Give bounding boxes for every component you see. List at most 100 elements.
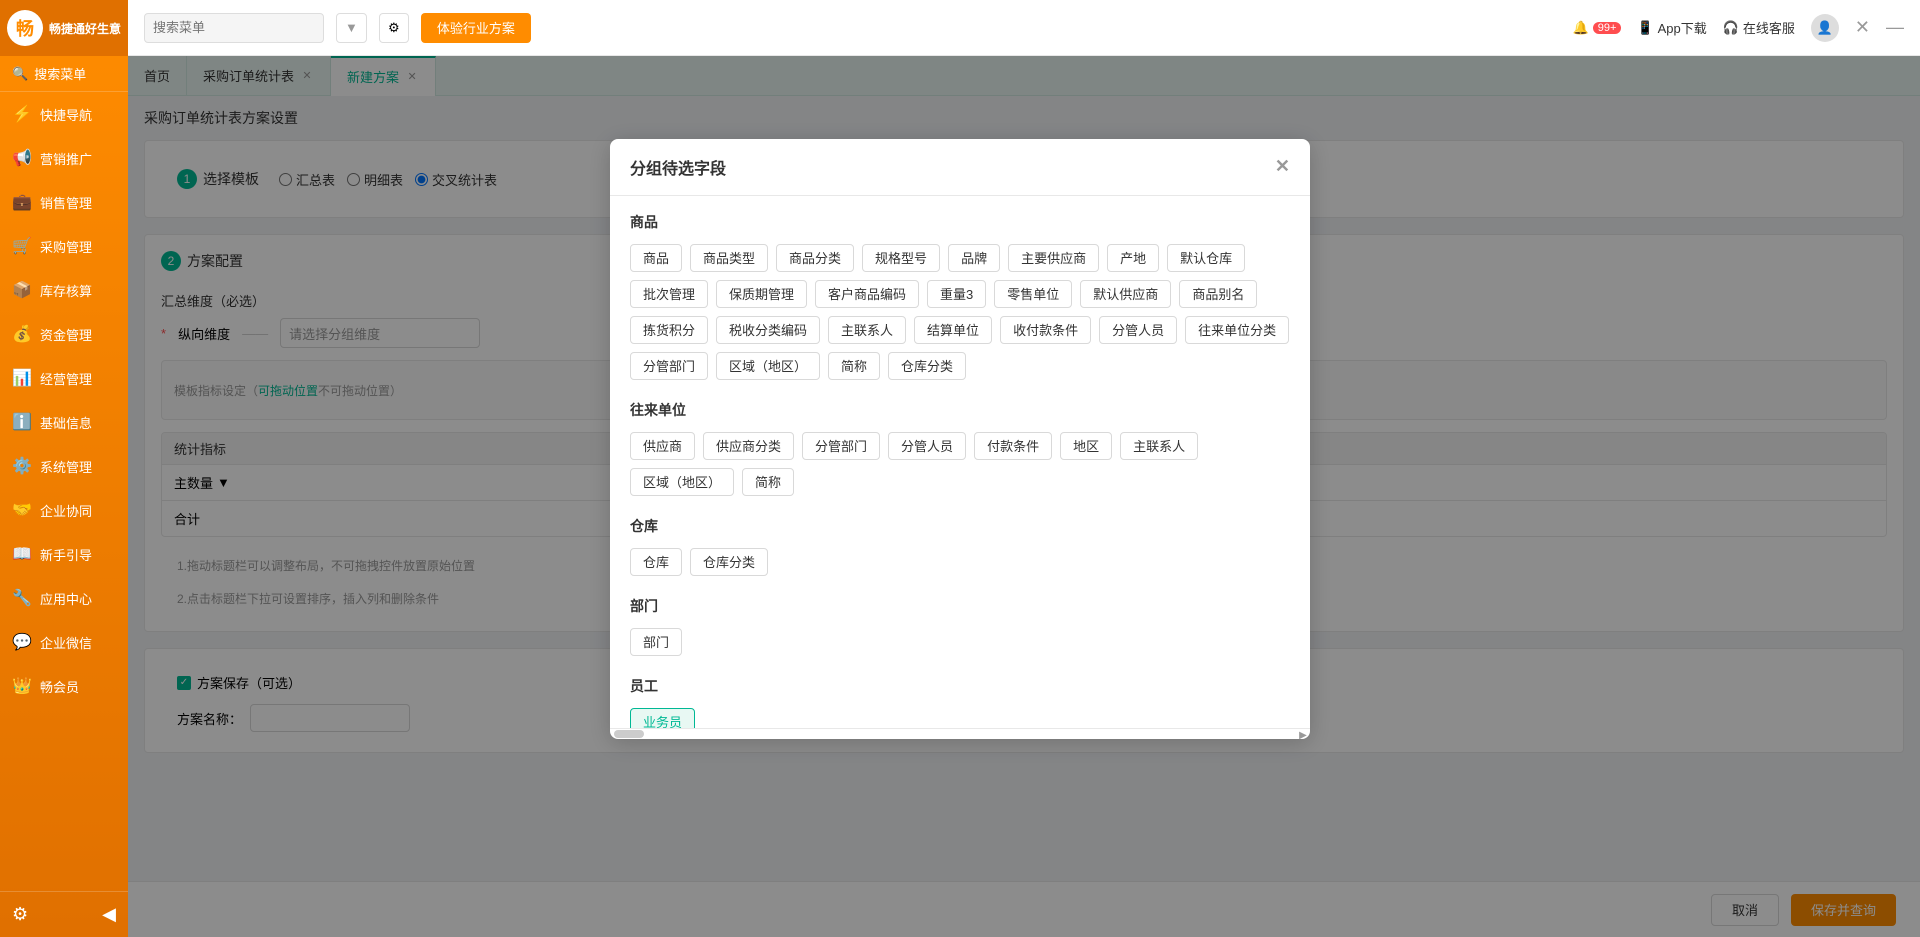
sidebar-item-guide[interactable]: 📖 新手引导: [0, 532, 128, 576]
field-salesman[interactable]: 业务员: [630, 708, 695, 728]
experience-btn[interactable]: 体验行业方案: [421, 13, 531, 43]
sidebar-item-sales[interactable]: 💼 销售管理: [0, 180, 128, 224]
sidebar-item-finance[interactable]: 💰 资金管理: [0, 312, 128, 356]
sidebar-item-label: 系统管理: [40, 457, 92, 476]
sidebar-item-purchase[interactable]: 🛒 采购管理: [0, 224, 128, 268]
app-download-label: App下载: [1658, 18, 1707, 37]
sidebar-item-wechat[interactable]: 💬 企业微信: [0, 620, 128, 664]
field-partner-short-name[interactable]: 简称: [742, 468, 794, 496]
modal-title: 分组待选字段: [630, 155, 726, 179]
sidebar-item-marketing[interactable]: 📢 营销推广: [0, 136, 128, 180]
field-short-name[interactable]: 简称: [828, 352, 880, 380]
sidebar-item-label: 营销推广: [40, 149, 92, 168]
guide-icon: 📖: [12, 544, 32, 564]
section-department: 部门 部门: [630, 596, 1290, 656]
topbar-gear-btn[interactable]: ⚙: [379, 13, 409, 43]
field-product[interactable]: 商品: [630, 244, 682, 272]
search-icon: 🔍: [12, 66, 28, 82]
sidebar-item-system[interactable]: ⚙️ 系统管理: [0, 444, 128, 488]
sidebar-item-label: 库存核算: [40, 281, 92, 300]
sidebar-item-app-center[interactable]: 🔧 应用中心: [0, 576, 128, 620]
topbar-dropdown[interactable]: ▼: [336, 13, 367, 43]
sidebar-bottom: ⚙ ◀: [0, 891, 128, 937]
modal-hscroll[interactable]: ▶: [610, 728, 1310, 739]
topbar-search-box[interactable]: [144, 13, 324, 43]
sidebar-item-label: 销售管理: [40, 193, 92, 212]
field-tax-code[interactable]: 税收分类编码: [716, 316, 820, 344]
modal-header: 分组待选字段 ✕: [610, 139, 1310, 196]
field-product-alias[interactable]: 商品别名: [1179, 280, 1257, 308]
sidebar-item-collaboration[interactable]: 🤝 企业协同: [0, 488, 128, 532]
field-partner-dept[interactable]: 分管部门: [802, 432, 880, 460]
sidebar-item-inventory[interactable]: 📦 库存核算: [0, 268, 128, 312]
field-supervisor[interactable]: 分管人员: [1099, 316, 1177, 344]
field-main-supplier[interactable]: 主要供应商: [1008, 244, 1099, 272]
field-partner-contact[interactable]: 主联系人: [1120, 432, 1198, 460]
field-weight3[interactable]: 重量3: [927, 280, 986, 308]
user-avatar[interactable]: 👤: [1811, 14, 1839, 42]
field-origin[interactable]: 产地: [1107, 244, 1159, 272]
field-payment-condition[interactable]: 付款条件: [974, 432, 1052, 460]
field-product-category[interactable]: 商品分类: [776, 244, 854, 272]
section-employee-title: 员工: [630, 676, 1290, 696]
field-product-type[interactable]: 商品类型: [690, 244, 768, 272]
field-brand[interactable]: 品牌: [948, 244, 1000, 272]
field-warehouse-cat[interactable]: 仓库分类: [690, 548, 768, 576]
topbar-search-input[interactable]: [153, 20, 315, 35]
quick-nav-icon: ⚡: [12, 104, 32, 124]
field-supplier[interactable]: 供应商: [630, 432, 695, 460]
field-retail-unit[interactable]: 零售单位: [994, 280, 1072, 308]
field-supplier-category[interactable]: 供应商分类: [703, 432, 794, 460]
sidebar-item-label: 资金管理: [40, 325, 92, 344]
field-main-contact[interactable]: 主联系人: [828, 316, 906, 344]
modal-body[interactable]: 商品 商品 商品类型 商品分类 规格型号 品牌 主要供应商 产地 默认仓库 批次…: [610, 196, 1310, 728]
minimize-icon[interactable]: —: [1886, 17, 1904, 38]
field-payment-terms[interactable]: 收付款条件: [1000, 316, 1091, 344]
logo-icon: 畅: [7, 10, 43, 46]
field-default-warehouse[interactable]: 默认仓库: [1167, 244, 1245, 272]
section-partner: 往来单位 供应商 供应商分类 分管部门 分管人员 付款条件 地区 主联系人 区域…: [630, 400, 1290, 496]
sidebar-search[interactable]: 🔍 搜索菜单: [0, 56, 128, 92]
field-partner-category[interactable]: 往来单位分类: [1185, 316, 1289, 344]
field-warehouse[interactable]: 仓库: [630, 548, 682, 576]
sidebar-item-basic-info[interactable]: ℹ️ 基础信息: [0, 400, 128, 444]
field-select-modal: 分组待选字段 ✕ 商品 商品 商品类型 商品分类 规格型号 品牌 主要供应商 产…: [610, 139, 1310, 739]
headset-icon: 🎧: [1723, 20, 1739, 36]
sidebar-item-member[interactable]: 👑 畅会员: [0, 664, 128, 708]
field-partner-supervisor[interactable]: 分管人员: [888, 432, 966, 460]
sidebar-item-label: 企业微信: [40, 633, 92, 652]
field-region[interactable]: 区域（地区）: [716, 352, 820, 380]
hscroll-right-arrow[interactable]: ▶: [1296, 729, 1310, 743]
field-warehouse-category[interactable]: 仓库分类: [888, 352, 966, 380]
field-area[interactable]: 地区: [1060, 432, 1112, 460]
field-picking-points[interactable]: 拣货积分: [630, 316, 708, 344]
app-download-item[interactable]: 📱 App下载: [1637, 18, 1706, 37]
marketing-icon: 📢: [12, 148, 32, 168]
app-center-icon: 🔧: [12, 588, 32, 608]
section-warehouse-fields: 仓库 仓库分类: [630, 548, 1290, 576]
field-expiry-mgmt[interactable]: 保质期管理: [716, 280, 807, 308]
field-department[interactable]: 部门: [630, 628, 682, 656]
settings-bottom-icon[interactable]: ⚙: [12, 904, 28, 925]
online-service-item[interactable]: 🎧 在线客服: [1723, 18, 1795, 37]
section-dept-fields: 部门: [630, 628, 1290, 656]
field-partner-region[interactable]: 区域（地区）: [630, 468, 734, 496]
section-product-fields: 商品 商品类型 商品分类 规格型号 品牌 主要供应商 产地 默认仓库 批次管理 …: [630, 244, 1290, 380]
sidebar-item-operations[interactable]: 📊 经营管理: [0, 356, 128, 400]
field-settlement-unit[interactable]: 结算单位: [914, 316, 992, 344]
close-window-icon[interactable]: ✕: [1855, 17, 1870, 38]
field-dept[interactable]: 分管部门: [630, 352, 708, 380]
field-customer-product-code[interactable]: 客户商品编码: [815, 280, 919, 308]
field-batch-mgmt[interactable]: 批次管理: [630, 280, 708, 308]
audio-icon[interactable]: ◀: [102, 904, 116, 925]
modal-close-btn[interactable]: ✕: [1275, 156, 1290, 177]
sidebar-item-quick-nav[interactable]: ⚡ 快捷导航: [0, 92, 128, 136]
section-partner-fields: 供应商 供应商分类 分管部门 分管人员 付款条件 地区 主联系人 区域（地区） …: [630, 432, 1290, 496]
field-spec-model[interactable]: 规格型号: [862, 244, 940, 272]
notification-item[interactable]: 🔔 99+: [1573, 20, 1622, 36]
sidebar-item-label: 基础信息: [40, 413, 92, 432]
sidebar-item-label: 快捷导航: [40, 105, 92, 124]
sidebar-item-label: 企业协同: [40, 501, 92, 520]
sidebar-item-label: 采购管理: [40, 237, 92, 256]
field-default-supplier[interactable]: 默认供应商: [1080, 280, 1171, 308]
